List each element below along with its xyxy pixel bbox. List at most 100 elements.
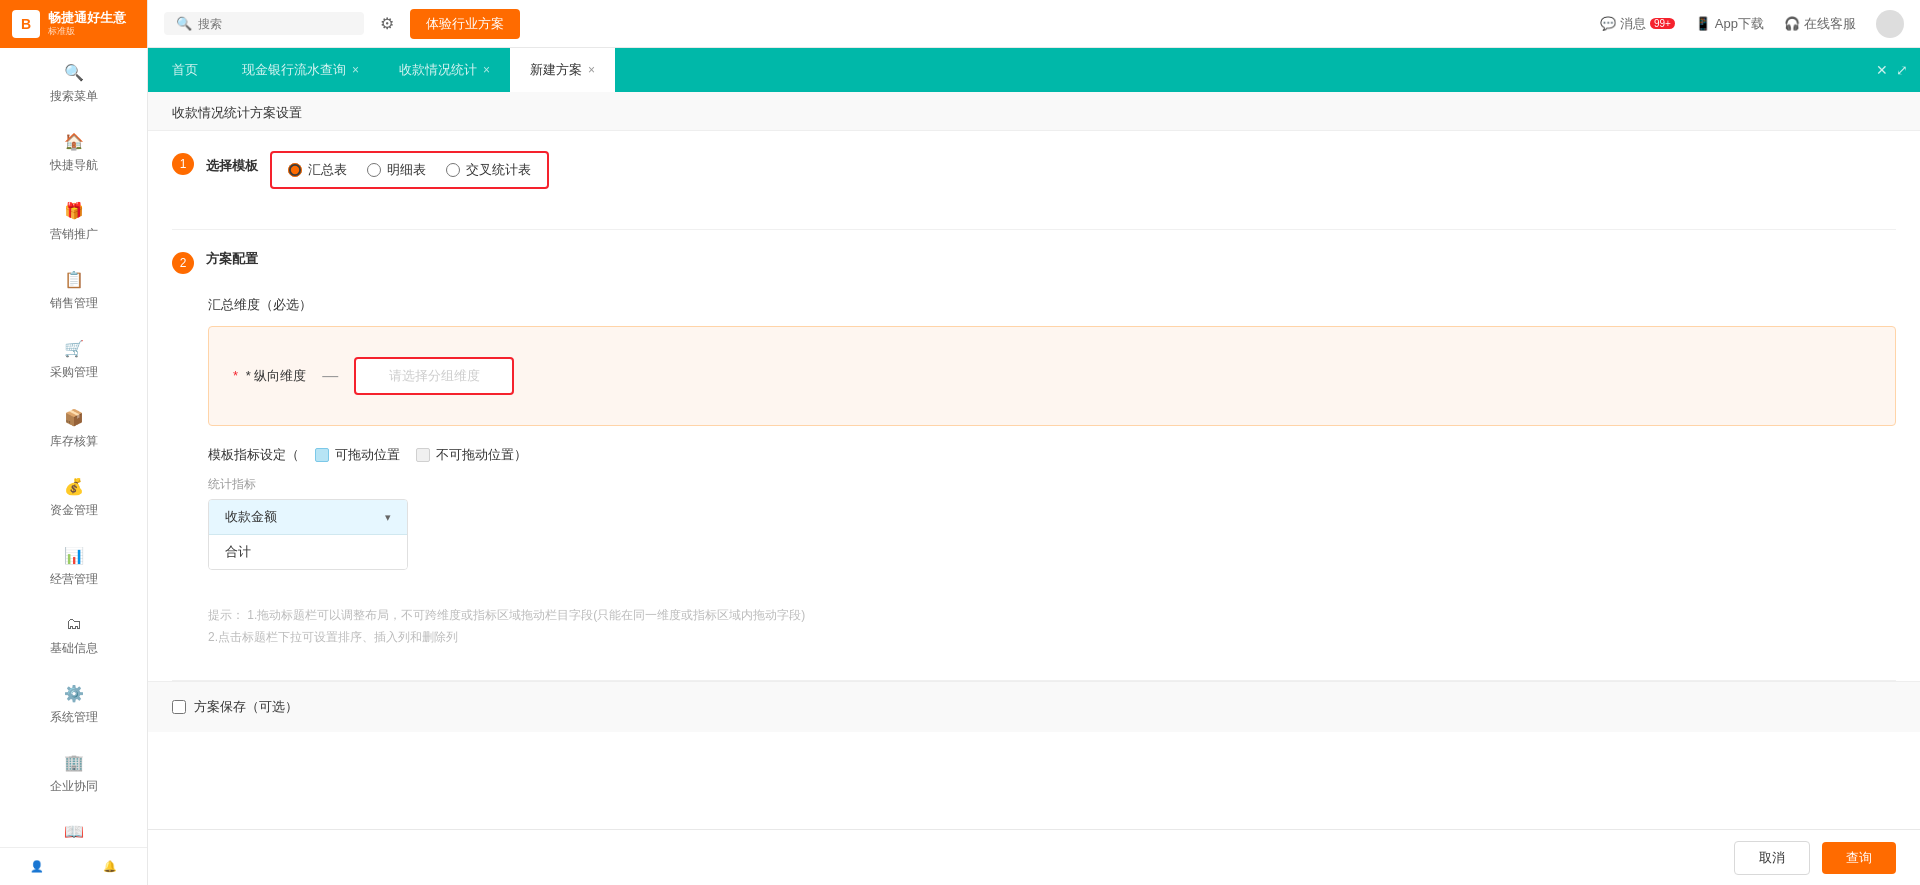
vertical-label-text: * 纵向维度 <box>246 368 307 383</box>
topbar-right: 💬 消息 99+ 📱 App下载 🎧 在线客服 <box>1600 10 1904 38</box>
sidebar-item-search[interactable]: 🔍 搜索菜单 <box>0 48 147 117</box>
sidebar-bottom-icon1: 👤 <box>30 860 44 873</box>
tip-line1: 提示： 1.拖动标题栏可以调整布局，不可跨维度或指标区域拖动栏目字段(只能在同一… <box>208 605 1872 627</box>
step1-row: 1 选择模板 汇总表 明细表 <box>172 151 1896 189</box>
step1-content: 选择模板 汇总表 明细表 <box>206 151 1896 189</box>
message-item[interactable]: 💬 消息 99+ <box>1600 15 1675 33</box>
indicator-header-text: 收款金额 <box>225 508 277 526</box>
content-area: 收款情况统计方案设置 1 选择模板 汇总表 <box>148 92 1920 829</box>
sidebar-item-operation[interactable]: 📊 经营管理 <box>0 531 147 600</box>
sidebar-item-marketing[interactable]: 🎁 营销推广 <box>0 186 147 255</box>
sidebar-item-inventory[interactable]: 📦 库存核算 <box>0 393 147 462</box>
indicator-header[interactable]: 收款金额 ▾ <box>209 500 407 535</box>
download-label: App下载 <box>1715 15 1764 33</box>
indicator-settings-title-part1: 模板指标设定（ <box>208 446 299 464</box>
dimension-select[interactable]: 请选择分组维度 <box>354 357 514 395</box>
breadcrumb: 收款情况统计方案设置 <box>172 105 302 120</box>
tab-new-plan[interactable]: 新建方案 × <box>510 48 615 92</box>
tab-receipt-stat-label: 收款情况统计 <box>399 61 477 79</box>
arrow-icon: — <box>322 367 338 385</box>
sidebar-bottom-left[interactable]: 👤 <box>0 856 74 877</box>
tabbar: 首页 现金银行流水查询 × 收款情况统计 × 新建方案 × ✕ ⤢ <box>148 48 1920 92</box>
sidebar-item-purchase[interactable]: 🛒 采购管理 <box>0 324 147 393</box>
sidebar-item-guide[interactable]: 📖 新手引导 <box>0 807 147 847</box>
user-avatar[interactable] <box>1876 10 1904 38</box>
indicator-section: 模板指标设定（ 可拖动位置 不可拖动位置） 统计指标 <box>172 446 1896 593</box>
service-item[interactable]: 🎧 在线客服 <box>1784 15 1856 33</box>
step2-num: 2 <box>172 252 194 274</box>
sidebar-nav: 🔍 搜索菜单 🏠 快捷导航 🎁 营销推广 📋 销售管理 🛒 采购管理 📦 库存核… <box>0 48 147 847</box>
sidebar-label-system: 系统管理 <box>50 709 98 726</box>
tab-bank-flow-close[interactable]: × <box>352 63 359 77</box>
tab-close-action[interactable]: ✕ <box>1876 62 1888 78</box>
sidebar-label-basic: 基础信息 <box>50 640 98 657</box>
chevron-down-icon[interactable]: ▾ <box>385 511 391 524</box>
sidebar-item-basic[interactable]: 🗂 基础信息 <box>0 600 147 669</box>
tab-new-plan-close[interactable]: × <box>588 63 595 77</box>
template-options: 汇总表 明细表 交叉统计表 <box>270 151 549 189</box>
sidebar-label-finance: 资金管理 <box>50 502 98 519</box>
sidebar-item-enterprise[interactable]: 🏢 企业协同 <box>0 738 147 807</box>
tips-section: 提示： 1.拖动标题栏可以调整布局，不可跨维度或指标区域拖动栏目字段(只能在同一… <box>172 593 1896 660</box>
radio-detail-input[interactable] <box>367 163 381 177</box>
radio-detail[interactable]: 明细表 <box>367 161 426 179</box>
sidebar-item-quick-nav[interactable]: 🏠 快捷导航 <box>0 117 147 186</box>
basic-icon: 🗂 <box>62 612 86 636</box>
sidebar-logo: B 畅捷通好生意 标准版 <box>0 0 147 48</box>
gift-icon: 🎁 <box>62 198 86 222</box>
topbar: 🔍 ⚙ 体验行业方案 💬 消息 99+ 📱 App下载 🎧 在线客服 <box>148 0 1920 48</box>
cancel-button[interactable]: 取消 <box>1734 841 1810 875</box>
sidebar-item-system[interactable]: ⚙️ 系统管理 <box>0 669 147 738</box>
logo-tag: 标准版 <box>48 25 126 38</box>
step2-row: 2 方案配置 <box>172 250 1896 276</box>
indicator-table-area: 统计指标 收款金额 ▾ 合计 <box>208 476 1872 573</box>
sidebar-bottom: 👤 🔔 <box>0 847 147 885</box>
system-icon: ⚙️ <box>62 681 86 705</box>
config-area: * * 纵向维度 — 请选择分组维度 <box>208 326 1896 426</box>
tab-receipt-stat-close[interactable]: × <box>483 63 490 77</box>
inventory-icon: 📦 <box>62 405 86 429</box>
tab-maximize-action[interactable]: ⤢ <box>1896 62 1908 78</box>
radio-cross[interactable]: 交叉统计表 <box>446 161 531 179</box>
radio-summary-input[interactable] <box>288 163 302 177</box>
legend-non-draggable-label: 不可拖动位置） <box>436 446 527 464</box>
sidebar-bottom-right[interactable]: 🔔 <box>74 856 148 877</box>
query-button[interactable]: 查询 <box>1822 842 1896 874</box>
legend-draggable-item: 可拖动位置 <box>315 446 400 464</box>
sidebar-item-finance[interactable]: 💰 资金管理 <box>0 462 147 531</box>
bottom-bar: 取消 查询 <box>148 829 1920 885</box>
download-item[interactable]: 📱 App下载 <box>1695 15 1764 33</box>
page-header: 收款情况统计方案设置 <box>148 92 1920 131</box>
sidebar: B 畅捷通好生意 标准版 🔍 搜索菜单 🏠 快捷导航 🎁 营销推广 📋 销售管理… <box>0 0 148 885</box>
tab-receipt-stat[interactable]: 收款情况统计 × <box>379 48 510 92</box>
sidebar-label-purchase: 采购管理 <box>50 364 98 381</box>
indicator-row-text: 合计 <box>225 544 251 559</box>
sidebar-label-sales: 销售管理 <box>50 295 98 312</box>
tab-home-label: 首页 <box>172 61 198 79</box>
guide-icon: 📖 <box>62 819 86 843</box>
industry-plan-button[interactable]: 体验行业方案 <box>410 9 520 39</box>
sidebar-label-enterprise: 企业协同 <box>50 778 98 795</box>
vertical-label: * * 纵向维度 <box>229 367 306 385</box>
legend-non-draggable-box <box>416 448 430 462</box>
tabbar-right: ✕ ⤢ <box>1876 62 1920 78</box>
tab-home[interactable]: 首页 <box>148 48 222 92</box>
cart-icon: 🛒 <box>62 336 86 360</box>
radio-cross-label: 交叉统计表 <box>466 161 531 179</box>
service-icon: 🎧 <box>1784 16 1800 31</box>
save-checkbox[interactable] <box>172 700 186 714</box>
tab-bank-flow[interactable]: 现金银行流水查询 × <box>222 48 379 92</box>
logo-name: 畅捷通好生意 <box>48 10 126 26</box>
radio-cross-input[interactable] <box>446 163 460 177</box>
operation-icon: 📊 <box>62 543 86 567</box>
search-input[interactable] <box>198 17 338 31</box>
step1-section: 1 选择模板 汇总表 明细表 <box>148 131 1920 229</box>
radio-summary[interactable]: 汇总表 <box>288 161 347 179</box>
radio-summary-label: 汇总表 <box>308 161 347 179</box>
settings-icon[interactable]: ⚙ <box>380 14 394 33</box>
sidebar-item-sales[interactable]: 📋 销售管理 <box>0 255 147 324</box>
dimension-placeholder: 请选择分组维度 <box>389 367 480 385</box>
finance-icon: 💰 <box>62 474 86 498</box>
search-box[interactable]: 🔍 <box>164 12 364 35</box>
dimension-title: 汇总维度（必选） <box>208 296 1896 314</box>
